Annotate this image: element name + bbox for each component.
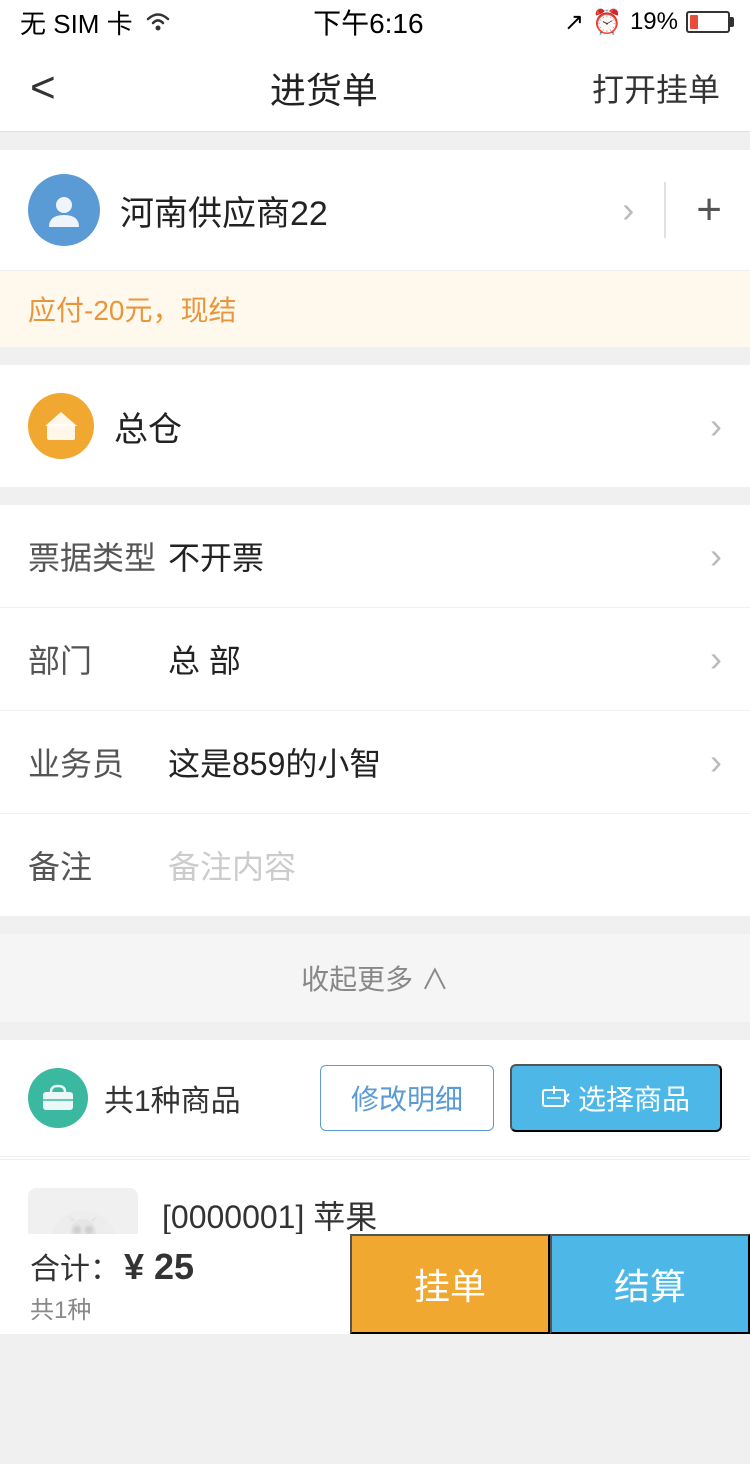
invoice-chevron-icon: › — [710, 535, 722, 577]
supplier-row[interactable]: 河南供应商22 › + — [0, 150, 750, 271]
remark-label: 备注 — [28, 842, 168, 888]
status-bar: 无 SIM 卡 下午6:16 ↗ ⏰ 19% — [0, 0, 750, 44]
department-chevron-icon: › — [710, 638, 722, 680]
select-product-label: 选择商品 — [578, 1078, 690, 1118]
warehouse-row[interactable]: 总仓 › — [0, 365, 750, 487]
time-display: 下午6:16 — [313, 2, 424, 42]
sales-label: 业务员 — [28, 739, 168, 785]
hang-button[interactable]: 挂单 — [350, 1234, 550, 1334]
battery-icon — [686, 11, 730, 33]
supplier-name: 河南供应商22 — [120, 186, 622, 235]
total-section: 合计： ¥ 25 共1种 — [0, 1234, 350, 1334]
warehouse-chevron-icon: › — [710, 405, 722, 447]
edit-detail-button[interactable]: 修改明细 — [320, 1065, 494, 1131]
carrier-text: 无 SIM 卡 — [20, 4, 133, 41]
supplier-chevron-icon: › — [622, 189, 634, 231]
sales-chevron-icon: › — [710, 741, 722, 783]
form-card: 票据类型 不开票 › 部门 总 部 › 业务员 这是859的小智 › 备注 备注… — [0, 505, 750, 916]
product-icon — [28, 1068, 88, 1128]
sales-value: 这是859的小智 — [168, 739, 710, 785]
product-title: 苹果 — [313, 1199, 377, 1235]
product-header: 共1种商品 修改明细 选择商品 — [0, 1040, 750, 1157]
notice-bar: 应付-20元，现结 — [0, 271, 750, 347]
status-left: 无 SIM 卡 — [20, 4, 173, 41]
invoice-row[interactable]: 票据类型 不开票 › — [0, 505, 750, 608]
main-content: 河南供应商22 › + 应付-20元，现结 总仓 › 票据类型 不开票 › — [0, 150, 750, 1326]
location-icon: ↗ — [564, 8, 584, 37]
product-count: 共1种商品 — [104, 1076, 320, 1120]
department-label: 部门 — [28, 636, 168, 682]
total-label: 合计： — [30, 1244, 120, 1288]
back-button[interactable]: < — [30, 63, 56, 113]
checkout-button[interactable]: 结算 — [550, 1234, 750, 1334]
invoice-label: 票据类型 — [28, 533, 168, 579]
sales-row[interactable]: 业务员 这是859的小智 › — [0, 711, 750, 814]
total-count: 共1种 — [30, 1290, 320, 1325]
total-amount: ¥ 25 — [124, 1246, 194, 1288]
remark-input[interactable]: 备注内容 — [168, 842, 722, 888]
add-supplier-button[interactable]: + — [696, 188, 722, 232]
open-hang-button[interactable]: 打开挂单 — [592, 65, 720, 111]
wifi-icon — [143, 7, 173, 38]
total-row: 合计： ¥ 25 — [30, 1244, 320, 1288]
supplier-card: 河南供应商22 › + 应付-20元，现结 — [0, 150, 750, 347]
bottom-bar: 合计： ¥ 25 共1种 挂单 结算 — [0, 1234, 750, 1334]
collapse-bar[interactable]: 收起更多 ∧ — [0, 934, 750, 1022]
divider — [664, 182, 666, 238]
invoice-value: 不开票 — [168, 533, 710, 579]
collapse-text: 收起更多 ∧ — [301, 964, 449, 995]
warehouse-card: 总仓 › — [0, 365, 750, 487]
select-product-button[interactable]: 选择商品 — [510, 1064, 722, 1132]
supplier-avatar — [28, 174, 100, 246]
battery-percent: 19% — [630, 8, 678, 36]
department-value: 总 部 — [168, 636, 710, 682]
department-row[interactable]: 部门 总 部 › — [0, 608, 750, 711]
page-title: 进货单 — [270, 62, 378, 114]
status-right: ↗ ⏰ 19% — [564, 8, 730, 37]
product-name: [0000001] 苹果 — [162, 1192, 684, 1238]
remark-row[interactable]: 备注 备注内容 — [0, 814, 750, 916]
alarm-icon: ⏰ — [592, 8, 622, 37]
warehouse-icon — [28, 393, 94, 459]
product-code: [0000001] — [162, 1199, 313, 1235]
notice-text: 应付-20元，现结 — [28, 295, 236, 326]
warehouse-name: 总仓 — [114, 402, 710, 451]
nav-bar: < 进货单 打开挂单 — [0, 44, 750, 132]
